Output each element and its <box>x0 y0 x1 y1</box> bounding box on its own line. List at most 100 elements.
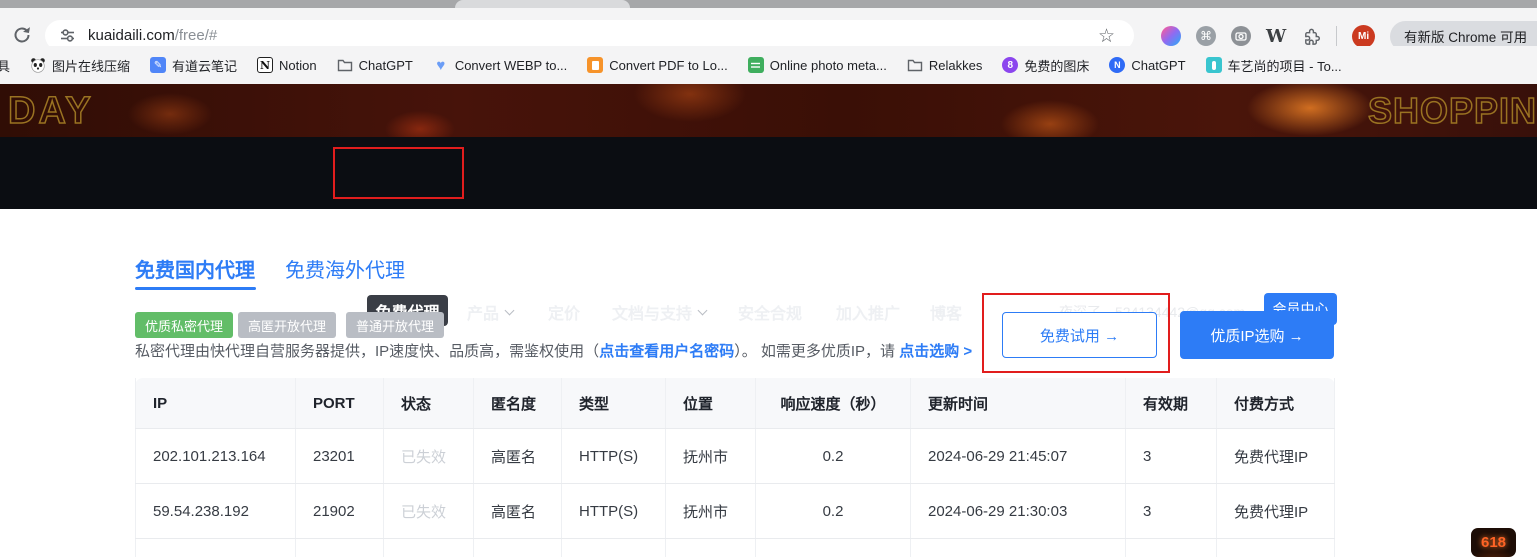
bookmarks-bar: 工具 图片在线压缩 ✎ 有道云笔记 N Notion ChatGPT ♥ Con… <box>0 46 1537 84</box>
cell-type: HTTP(S) <box>562 484 666 538</box>
nav-item-promotion[interactable]: 加入推广 <box>836 300 900 324</box>
bookmark-photo-meta[interactable]: Online photo meta... <box>748 57 887 73</box>
window-tab-strip <box>0 0 1537 8</box>
extension-camera-icon[interactable] <box>1231 26 1251 46</box>
nav-item-blog[interactable]: 博客 <box>930 300 962 324</box>
cell-response-time: 0.2 <box>756 484 911 538</box>
chrome-update-label: 有新版 Chrome 可用 <box>1404 26 1527 46</box>
cell-port: 23201 <box>296 429 384 483</box>
tab-free-domestic-proxy[interactable]: 免费国内代理 <box>135 254 255 283</box>
teal-mic-icon <box>1206 57 1222 73</box>
nav-item-docs[interactable]: 文档与支持 <box>612 300 706 324</box>
browser-toolbar: kuaidaili.com/free/# ☆ ⌘ W Mi 有新版 Chrome… <box>0 8 1537 46</box>
col-header-updated: 更新时间 <box>911 378 1126 428</box>
bookmark-star-icon[interactable]: ☆ <box>1098 27 1115 46</box>
url-path: /free/# <box>175 27 218 44</box>
table-row: 120.40.113.212 21846 已失效 高匿名 HTTP(S) 抚州市… <box>135 539 1335 557</box>
cell-updated: 2024-06-29 21:45:07 <box>911 429 1126 483</box>
proxy-description: 私密代理由快代理自营服务器提供，IP速度快、品质高，需鉴权使用（点击查看用户名密… <box>135 340 972 361</box>
floating-618-badge[interactable]: 618 <box>1471 528 1516 557</box>
cell-validity: 3 <box>1126 484 1217 538</box>
tag-premium-private-proxy[interactable]: 优质私密代理 <box>135 312 233 338</box>
site-settings-icon[interactable] <box>59 27 76 44</box>
nav-item-pricing[interactable]: 定价 <box>548 300 580 324</box>
purple-8-icon: 8 <box>1002 57 1018 73</box>
cell-updated: 2024-06-29 21:15:02 <box>911 539 1126 557</box>
extensions-puzzle-icon[interactable] <box>1301 26 1321 46</box>
cell-ip: 59.54.238.192 <box>135 484 296 538</box>
cell-anonymity: 高匿名 <box>474 539 562 557</box>
folder-icon <box>907 57 923 73</box>
cell-anonymity: 高匿名 <box>474 429 562 483</box>
bookmark-convert-pdf[interactable]: Convert PDF to Lo... <box>587 57 728 73</box>
cell-anonymity: 高匿名 <box>474 484 562 538</box>
cell-ip: 120.40.113.212 <box>135 539 296 557</box>
cell-status: 已失效 <box>384 484 474 538</box>
col-header-anonymity: 匿名度 <box>474 378 562 428</box>
profile-avatar[interactable]: Mi <box>1352 25 1375 48</box>
col-header-location: 位置 <box>666 378 756 428</box>
banner-right-outline-text: SHOPPING <box>1368 90 1537 132</box>
cell-payment: 免费代理IP <box>1217 539 1335 557</box>
proxy-table: IP PORT 状态 匿名度 类型 位置 响应速度（秒） 更新时间 有效期 付费… <box>135 378 1335 557</box>
col-header-port: PORT <box>296 378 384 428</box>
cell-location: 抚州市 <box>666 484 756 538</box>
tag-normal-open-proxy[interactable]: 普通开放代理 <box>346 312 444 338</box>
cell-status: 已失效 <box>384 429 474 483</box>
cell-response-time: 0.2 <box>756 539 911 557</box>
table-row: 202.101.213.164 23201 已失效 高匿名 HTTP(S) 抚州… <box>135 429 1335 484</box>
cell-type: HTTP(S) <box>562 539 666 557</box>
chevron-down-icon <box>698 305 708 315</box>
bookmark-youdao-note[interactable]: ✎ 有道云笔记 <box>150 56 237 75</box>
cell-ip: 202.101.213.164 <box>135 429 296 483</box>
nav-item-product[interactable]: 产品 <box>467 300 513 324</box>
col-header-validity: 有效期 <box>1126 378 1217 428</box>
bookmark-convert-webp[interactable]: ♥ Convert WEBP to... <box>433 57 567 73</box>
free-trial-button[interactable]: 免费试用 → <box>1002 312 1157 358</box>
bookmark-chatgpt[interactable]: N ChatGPT <box>1109 57 1185 73</box>
extension-wikipedia-icon[interactable]: W <box>1266 26 1286 46</box>
col-header-payment: 付费方式 <box>1217 378 1335 428</box>
bookmark-notion[interactable]: N Notion <box>257 57 317 73</box>
panda-icon <box>30 57 46 73</box>
bookmark-image-compress[interactable]: 图片在线压缩 <box>30 56 130 75</box>
pdf-converter-icon <box>587 57 603 73</box>
photo-meta-icon <box>748 57 764 73</box>
cell-validity: 3 <box>1126 539 1217 557</box>
logo-text: 快代理 <box>170 291 242 314</box>
chevron-down-icon <box>505 305 515 315</box>
extension-brain-icon[interactable] <box>1161 26 1181 46</box>
cell-type: HTTP(S) <box>562 429 666 483</box>
tag-high-anon-open-proxy[interactable]: 高匿开放代理 <box>238 312 336 338</box>
bookmark-chatgpt-folder[interactable]: ChatGPT <box>337 57 413 73</box>
cell-location: 抚州市 <box>666 539 756 557</box>
table-row: 59.54.238.192 21902 已失效 高匿名 HTTP(S) 抚州市 … <box>135 484 1335 539</box>
cell-status: 已失效 <box>384 539 474 557</box>
active-browser-tab[interactable] <box>455 0 630 8</box>
col-header-ip: IP <box>135 378 296 428</box>
site-navbar: 快代理 kuaidaili.com 免费代理 产品 定价 文档与支持 安全合规 … <box>0 137 1537 209</box>
toolbar-divider <box>1336 26 1337 46</box>
nav-item-compliance[interactable]: 安全合规 <box>738 300 802 324</box>
link-buy-now[interactable]: 点击选购 > <box>899 343 972 360</box>
premium-ip-buy-button[interactable]: 优质IP选购 → <box>1180 311 1334 359</box>
banner-left-outline-text: DAY <box>8 90 94 133</box>
notion-icon: N <box>257 57 273 73</box>
col-header-status: 状态 <box>384 378 474 428</box>
bookmark-tools[interactable]: 工具 <box>0 56 10 75</box>
cell-payment: 免费代理IP <box>1217 429 1335 483</box>
promo-banner-618[interactable]: DAY SHOPPING 618 · 特惠风暴 精选IP资源限量供应， 4折起疯… <box>0 84 1537 137</box>
link-view-credentials[interactable]: 点击查看用户名密码 <box>599 343 734 360</box>
bookmark-relakkes-folder[interactable]: Relakkes <box>907 57 982 73</box>
bookmark-image-host[interactable]: 8 免费的图床 <box>1002 56 1089 75</box>
blue-n-icon: N <box>1109 57 1125 73</box>
extension-command-icon[interactable]: ⌘ <box>1196 26 1216 46</box>
reload-icon[interactable] <box>10 23 34 47</box>
cell-response-time: 0.2 <box>756 429 911 483</box>
tab-free-overseas-proxy[interactable]: 免费海外代理 <box>285 254 405 283</box>
cell-payment: 免费代理IP <box>1217 484 1335 538</box>
url-host: kuaidaili.com <box>88 27 175 44</box>
col-header-response-time: 响应速度（秒） <box>756 378 911 428</box>
cell-updated: 2024-06-29 21:30:03 <box>911 484 1126 538</box>
bookmark-cheyishang[interactable]: 车艺尚的项目 - To... <box>1206 56 1342 75</box>
